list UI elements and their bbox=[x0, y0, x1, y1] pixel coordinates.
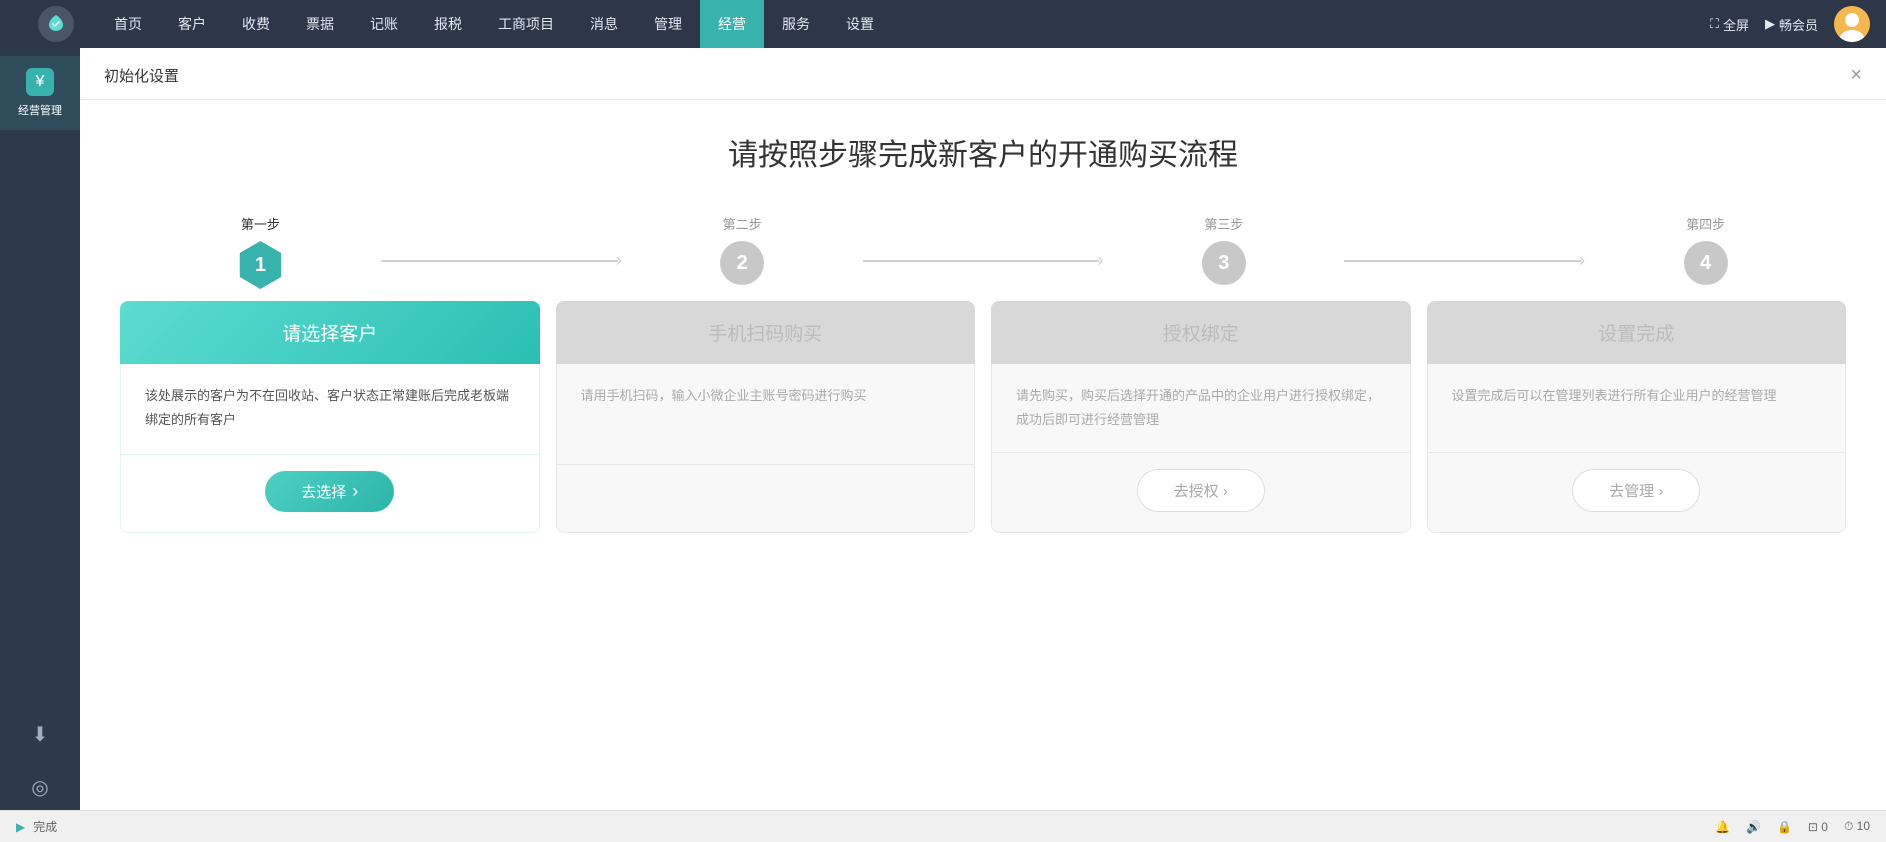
page-title: 初始化设置 bbox=[104, 65, 179, 86]
nav-settings[interactable]: 设置 bbox=[828, 0, 892, 48]
cards-container: 请选择客户 该处展示的客户为不在回收站、客户状态正常建账后完成老板端绑定的所有客… bbox=[120, 301, 1846, 533]
support-icon: ◎ bbox=[31, 775, 48, 800]
step-2-label: 第二步 bbox=[723, 214, 762, 233]
step-3-label: 第三步 bbox=[1204, 214, 1243, 233]
nav-commerce[interactable]: 工商项目 bbox=[480, 0, 572, 48]
nav-bill[interactable]: 票据 bbox=[288, 0, 352, 48]
card-1-button[interactable]: 去选择 › bbox=[265, 471, 394, 512]
timer-icon: ⏱ 10 bbox=[1844, 819, 1870, 834]
step-3-group: 第三步 3 bbox=[1103, 214, 1344, 285]
nav-operation[interactable]: 经营 bbox=[700, 0, 764, 48]
card-2-content: 请用手机扫码，输入小微企业主账号密码进行购买 bbox=[556, 364, 976, 465]
card-2-title: 手机扫码购买 bbox=[708, 324, 822, 345]
card-3-button[interactable]: 去授权 › bbox=[1137, 469, 1265, 512]
card-1: 请选择客户 该处展示的客户为不在回收站、客户状态正常建账后完成老板端绑定的所有客… bbox=[120, 301, 540, 533]
card-2-description: 请用手机扫码，输入小微企业主账号密码进行购买 bbox=[581, 384, 951, 408]
close-button[interactable]: × bbox=[1850, 64, 1862, 87]
sidebar: ¥ 经营管理 ⬇ ◎ bbox=[0, 48, 80, 810]
nav-home[interactable]: 首页 bbox=[96, 0, 160, 48]
sidebar-download[interactable]: ⬇ bbox=[0, 712, 80, 757]
download-icon: ⬇ bbox=[32, 722, 49, 747]
status-counter: ⊡ 0 bbox=[1808, 820, 1828, 834]
card-4-content: 设置完成后可以在管理列表进行所有企业用户的经营管理 bbox=[1427, 364, 1847, 453]
step-1-label: 第一步 bbox=[241, 214, 280, 233]
step-4-group: 第四步 4 bbox=[1585, 214, 1826, 285]
card-3-footer: 去授权 › bbox=[991, 453, 1411, 533]
nav-right-area: ⛶ 全屏 ▶ 畅会员 bbox=[1710, 6, 1870, 42]
arrow-icon: › bbox=[352, 481, 358, 502]
logo-area bbox=[16, 6, 96, 42]
main-content: 初始化设置 × 请按照步骤完成新客户的开通购买流程 第一步 1 › bbox=[80, 48, 1886, 810]
card-4-header: 设置完成 bbox=[1427, 301, 1847, 364]
step-1-circle: 1 bbox=[236, 241, 284, 289]
top-navigation: 首页 客户 收费 票据 记账 报税 工商项目 消息 管理 经营 服务 设置 ⛶ … bbox=[0, 0, 1886, 48]
sidebar-support[interactable]: ◎ bbox=[0, 765, 80, 810]
card-1-header: 请选择客户 bbox=[120, 301, 540, 364]
card-2-footer bbox=[556, 465, 976, 533]
play-icon: ▶ bbox=[16, 820, 25, 834]
lock-icon: 🔒 bbox=[1777, 820, 1792, 834]
card-4-title: 设置完成 bbox=[1598, 324, 1674, 345]
nav-fee[interactable]: 收费 bbox=[224, 0, 288, 48]
card-4: 设置完成 设置完成后可以在管理列表进行所有企业用户的经营管理 去管理 › bbox=[1427, 301, 1847, 533]
main-layout: ¥ 经营管理 ⬇ ◎ 初始化设置 × 请按照步骤完成新客户的开通购买流程 第一步 bbox=[0, 48, 1886, 810]
card-1-description: 该处展示的客户为不在回收站、客户状态正常建账后完成老板端绑定的所有客户 bbox=[145, 384, 515, 432]
card-1-content: 该处展示的客户为不在回收站、客户状态正常建账后完成老板端绑定的所有客户 bbox=[120, 364, 540, 455]
fullscreen-button[interactable]: ⛶ 全屏 bbox=[1710, 15, 1749, 34]
step-4-label: 第四步 bbox=[1686, 214, 1725, 233]
nav-accounting[interactable]: 记账 bbox=[352, 0, 416, 48]
card-4-description: 设置完成后可以在管理列表进行所有企业用户的经营管理 bbox=[1452, 384, 1822, 408]
steps-indicator-row: 第一步 1 › 第二步 2 › bbox=[120, 214, 1846, 289]
step-2-group: 第二步 2 bbox=[622, 214, 863, 285]
step-connector-3: › bbox=[1344, 250, 1585, 271]
status-text: 完成 bbox=[33, 818, 57, 835]
vip-icon: ▶ bbox=[1765, 16, 1775, 32]
step-4-circle: 4 bbox=[1684, 241, 1728, 285]
nav-tax[interactable]: 报税 bbox=[416, 0, 480, 48]
nav-customer[interactable]: 客户 bbox=[160, 0, 224, 48]
user-avatar[interactable] bbox=[1834, 6, 1870, 42]
card-1-title: 请选择客户 bbox=[282, 324, 377, 345]
status-bar: ▶ 完成 🔔 🔊 🔒 ⊡ 0 ⏱ 10 bbox=[0, 810, 1886, 842]
nav-manage[interactable]: 管理 bbox=[636, 0, 700, 48]
card-2: 手机扫码购买 请用手机扫码，输入小微企业主账号密码进行购买 bbox=[556, 301, 976, 533]
operation-icon: ¥ bbox=[26, 68, 54, 96]
card-3-header: 授权绑定 bbox=[991, 301, 1411, 364]
nav-items: 首页 客户 收费 票据 记账 报税 工商项目 消息 管理 经营 服务 设置 bbox=[96, 0, 1710, 48]
step-1-group: 第一步 1 bbox=[140, 214, 381, 289]
page-header: 初始化设置 × bbox=[80, 48, 1886, 100]
card-2-header: 手机扫码购买 bbox=[556, 301, 976, 364]
step-connector-1: › bbox=[381, 250, 622, 271]
nav-service[interactable]: 服务 bbox=[764, 0, 828, 48]
card-3-title: 授权绑定 bbox=[1163, 324, 1239, 345]
bell-icon: 🔔 bbox=[1715, 820, 1730, 834]
step-connector-2: › bbox=[863, 250, 1104, 271]
card-3: 授权绑定 请先购买，购买后选择开通的产品中的企业用户进行授权绑定，成功后即可进行… bbox=[991, 301, 1411, 533]
main-title: 请按照步骤完成新客户的开通购买流程 bbox=[120, 130, 1846, 174]
sidebar-item-operation[interactable]: ¥ 经营管理 bbox=[0, 56, 80, 130]
steps-container: 请按照步骤完成新客户的开通购买流程 第一步 1 › 第二步 2 bbox=[80, 100, 1886, 810]
fullscreen-icon: ⛶ bbox=[1710, 16, 1719, 32]
volume-icon: 🔊 bbox=[1746, 820, 1761, 834]
card-1-footer: 去选择 › bbox=[120, 455, 540, 533]
card-4-button[interactable]: 去管理 › bbox=[1572, 469, 1700, 512]
step-3-circle: 3 bbox=[1202, 241, 1246, 285]
nav-message[interactable]: 消息 bbox=[572, 0, 636, 48]
step-2-circle: 2 bbox=[720, 241, 764, 285]
vip-button[interactable]: ▶ 畅会员 bbox=[1765, 15, 1818, 34]
status-bar-right: 🔔 🔊 🔒 ⊡ 0 ⏱ 10 bbox=[1715, 819, 1870, 834]
card-3-description: 请先购买，购买后选择开通的产品中的企业用户进行授权绑定，成功后即可进行经营管理 bbox=[1016, 384, 1386, 432]
app-logo bbox=[38, 6, 74, 42]
card-4-footer: 去管理 › bbox=[1427, 453, 1847, 533]
card-3-content: 请先购买，购买后选择开通的产品中的企业用户进行授权绑定，成功后即可进行经营管理 bbox=[991, 364, 1411, 453]
